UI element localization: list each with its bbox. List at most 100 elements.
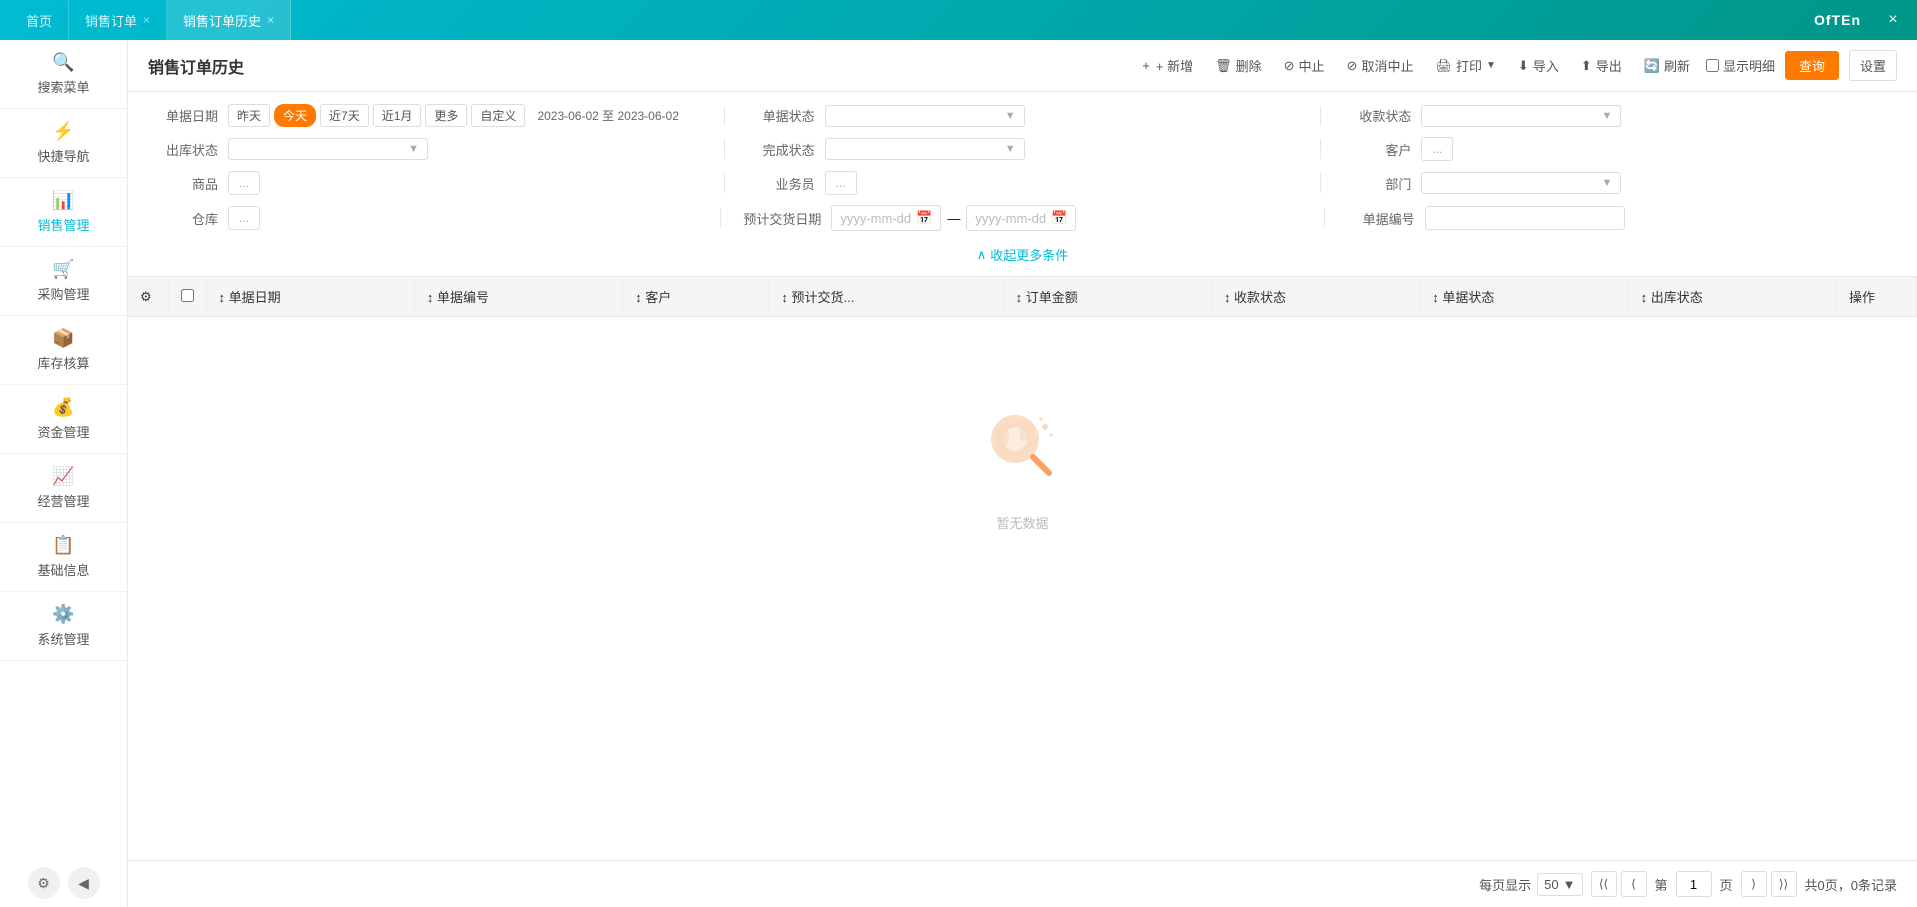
divider-8 (1324, 208, 1325, 228)
import-button[interactable]: ⬇ 导入 (1512, 52, 1565, 79)
query-button[interactable]: 查询 (1785, 51, 1839, 80)
import-label: 导入 (1533, 56, 1559, 75)
cancel-stop-label: 取消中止 (1361, 56, 1413, 75)
expected-date-control: yyyy-mm-dd 📅 — yyyy-mm-dd 📅 (831, 205, 1303, 231)
expected-date-from[interactable]: yyyy-mm-dd 📅 (831, 205, 941, 231)
sidebar-item-system-mgmt[interactable]: ⚙️ 系统管理 (0, 592, 127, 661)
show-detail-checkbox[interactable] (1706, 59, 1719, 72)
salesperson-control: ... (825, 171, 1301, 195)
sidebar-item-search-menu-label: 搜索菜单 (37, 77, 89, 96)
date-btn-last30[interactable]: 近1月 (373, 104, 422, 127)
sidebar-item-quick-nav-label: 快捷导航 (37, 146, 89, 165)
export-button[interactable]: ⬆ 导出 (1575, 52, 1628, 79)
salesperson-select-btn[interactable]: ... (825, 171, 857, 195)
tab-sales-order[interactable]: 销售订单 × (69, 0, 167, 40)
sidebar-item-operation-mgmt[interactable]: 📈 经营管理 (0, 454, 127, 523)
next-page-btn[interactable]: ⟩ (1741, 871, 1767, 897)
expected-date-group: yyyy-mm-dd 📅 — yyyy-mm-dd 📅 (831, 205, 1076, 231)
divider-5 (724, 173, 725, 193)
product-select-btn[interactable]: ... (228, 171, 260, 195)
select-all-checkbox[interactable] (181, 289, 194, 302)
complete-status-select[interactable]: ▼ (825, 138, 1025, 160)
date-btn-custom[interactable]: 自定义 (471, 104, 525, 127)
tab-sales-order-history-close[interactable]: × (267, 13, 274, 27)
settings-button[interactable]: 设置 (1849, 50, 1897, 81)
department-select[interactable]: ▼ (1421, 172, 1621, 194)
outbound-status-select[interactable]: ▼ (228, 138, 428, 160)
total-text: 共0页，0条记录 (1805, 875, 1897, 894)
page-label-prefix: 第 (1655, 875, 1668, 894)
department-arrow: ▼ (1601, 177, 1612, 189)
purchase-mgmt-icon: 🛒 (52, 259, 74, 280)
th-customer[interactable]: ↕ 客户 (623, 277, 769, 317)
date-btn-yesterday[interactable]: 昨天 (228, 104, 270, 127)
expected-date-to[interactable]: yyyy-mm-dd 📅 (966, 205, 1076, 231)
salesperson-label: 业务员 (745, 174, 825, 193)
delete-button[interactable]: 🗑 删除 (1209, 52, 1268, 79)
empty-state: 暂无数据 (128, 317, 1917, 612)
warehouse-control: ... (228, 206, 700, 230)
first-page-btn[interactable]: ⟨⟨ (1591, 871, 1617, 897)
th-date-label: ↕ 单据日期 (219, 290, 281, 305)
th-order-status[interactable]: ↕ 单据状态 (1420, 277, 1628, 317)
department-control: ▼ (1421, 172, 1897, 194)
query-label: 查询 (1799, 56, 1825, 75)
th-expected-date[interactable]: ↕ 预计交货... (769, 277, 1003, 317)
tab-sales-order-history[interactable]: 销售订单历史 × (167, 0, 291, 40)
sidebar-item-purchase-mgmt[interactable]: 🛒 采购管理 (0, 247, 127, 316)
new-label: + 新增 (1156, 56, 1193, 75)
tab-home[interactable]: 首页 (10, 0, 69, 40)
customer-control: ... (1421, 137, 1897, 161)
order-status-select[interactable]: ▼ (825, 105, 1025, 127)
sidebar-item-basic-info[interactable]: 📋 基础信息 (0, 523, 127, 592)
date-filter-label: 单据日期 (148, 106, 228, 125)
th-order-no[interactable]: ↕ 单据编号 (414, 277, 622, 317)
customer-select-btn[interactable]: ... (1421, 137, 1453, 161)
sidebar-settings-btn[interactable]: ⚙ (28, 867, 60, 899)
date-btn-today[interactable]: 今天 (274, 104, 316, 127)
empty-text: 暂无数据 (996, 513, 1048, 532)
collapse-label: 收起更多条件 (990, 245, 1068, 264)
th-outbound-status[interactable]: ↕ 出库状态 (1628, 277, 1836, 317)
divider-4 (1320, 139, 1321, 159)
stop-button[interactable]: ⊘ 中止 (1278, 52, 1331, 79)
sidebar-item-search-menu[interactable]: 🔍 搜索菜单 (0, 40, 127, 109)
cancel-stop-button[interactable]: ⊘ 取消中止 (1341, 52, 1420, 79)
warehouse-select-btn[interactable]: ... (228, 206, 260, 230)
sidebar-item-finance-mgmt-label: 资金管理 (37, 422, 89, 441)
payment-status-select[interactable]: ▼ (1421, 105, 1621, 127)
per-page-group: 每页显示 50 ▼ (1479, 873, 1582, 896)
last-page-btn[interactable]: ⟩⟩ (1771, 871, 1797, 897)
sidebar-item-quick-nav[interactable]: ⚡ 快捷导航 (0, 109, 127, 178)
sidebar-item-finance-mgmt[interactable]: 💰 资金管理 (0, 385, 127, 454)
brand-text: OfTEn (1814, 12, 1861, 28)
tab-sales-order-close[interactable]: × (143, 13, 150, 27)
th-amount[interactable]: ↕ 订单金额 (1003, 277, 1211, 317)
date-btn-more[interactable]: 更多 (425, 104, 467, 127)
date-btn-last7[interactable]: 近7天 (320, 104, 369, 127)
order-no-control (1425, 206, 1897, 230)
page-number-input[interactable] (1676, 871, 1712, 897)
print-button[interactable]: 🖨 打印 ▼ (1429, 52, 1501, 79)
new-icon: + (1142, 58, 1150, 73)
sidebar-item-inventory-check[interactable]: 📦 库存核算 (0, 316, 127, 385)
per-page-select[interactable]: 50 ▼ (1537, 873, 1582, 896)
sidebar-item-operation-mgmt-label: 经营管理 (37, 491, 89, 510)
th-date[interactable]: ↕ 单据日期 (206, 277, 414, 317)
window-close-button[interactable]: × (1879, 6, 1907, 34)
collapse-btn[interactable]: ∧ 收起更多条件 (148, 241, 1897, 264)
th-settings[interactable]: ⚙ (128, 277, 168, 317)
sidebar-collapse-btn[interactable]: ◀ (68, 867, 100, 899)
th-payment-status[interactable]: ↕ 收款状态 (1211, 277, 1419, 317)
sidebar-item-sales-mgmt[interactable]: 📊 销售管理 (0, 178, 127, 247)
date-to-icon: 📅 (1051, 210, 1067, 226)
print-arrow: ▼ (1486, 60, 1496, 71)
prev-page-btn[interactable]: ⟨ (1621, 871, 1647, 897)
sidebar-item-inventory-check-label: 库存核算 (37, 353, 89, 372)
outbound-status-control: ▼ (228, 138, 704, 160)
collapse-icon: ∧ (977, 247, 987, 263)
sidebar-item-system-mgmt-label: 系统管理 (37, 629, 89, 648)
new-button[interactable]: + + 新增 (1136, 52, 1199, 79)
refresh-button[interactable]: 🔄 刷新 (1638, 52, 1696, 79)
order-no-input[interactable] (1425, 206, 1625, 230)
